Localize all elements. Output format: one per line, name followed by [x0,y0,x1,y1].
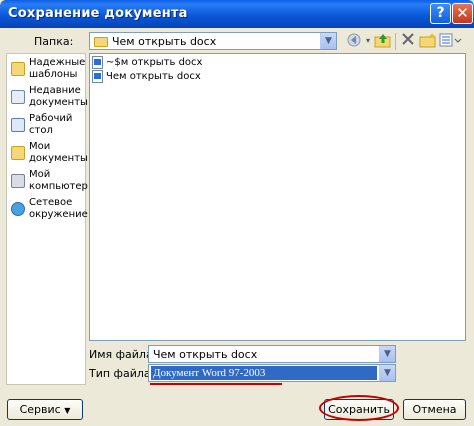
place-network[interactable]: Сетевое окружение [10,196,88,232]
list-item[interactable]: Чем открыть docx [92,70,201,84]
network-icon [11,202,25,216]
help-button[interactable]: ? [430,3,451,24]
filename-field[interactable]: Чем открыть docx ▼ [148,345,396,363]
annotation-underline [150,383,282,385]
folder-icon [94,37,108,47]
place-label: Сетевое окружение [29,197,88,220]
new-folder-button[interactable] [419,32,437,50]
place-label: Недавние документы [29,85,88,108]
toolbar-divider [395,33,396,50]
new-folder-icon [419,33,436,48]
folder-value: Чем открыть docx [112,35,217,48]
filetype-label: Тип файла: [89,367,155,380]
chevron-down-icon[interactable]: ▼ [379,365,395,381]
views-button[interactable] [439,32,463,50]
chevron-down-icon[interactable]: ▼ [320,33,336,49]
filename-label: Имя файла: [89,348,157,361]
recent-documents-icon [11,90,25,104]
annotation-circle [319,395,399,421]
folder-label: Папка: [34,35,74,48]
chevron-down-icon: ▼ [64,406,71,415]
places-bar: Надежные шаблоны Недавние документы Рабо… [6,53,88,385]
save-dialog: Сохранение документа ? ✕ Папка: Чем откр… [0,0,474,426]
word-doc-icon [92,70,103,83]
my-computer-icon [11,174,25,188]
back-button[interactable] [345,32,363,50]
filetype-select[interactable]: Документ Word 97-2003 ▼ [148,364,396,382]
close-button[interactable]: ✕ [452,3,473,24]
views-icon [439,33,462,47]
desktop-icon [11,118,25,132]
place-label: Мой компьютер [29,169,88,192]
up-folder-button[interactable] [374,32,392,50]
back-icon [347,33,361,47]
service-button[interactable]: Сервис ▼ [7,399,83,420]
filename-value: Чем открыть docx [153,348,258,361]
place-label: Мои документы [29,141,88,164]
trusted-templates-icon [11,62,25,76]
delete-button[interactable] [400,32,416,50]
cancel-button[interactable]: Отмена [403,399,466,420]
my-documents-icon [11,146,25,160]
place-label: Надежные шаблоны [29,57,86,80]
back-dropdown[interactable]: ▾ [363,32,373,50]
delete-icon [402,33,414,45]
file-list[interactable]: ~$м открыть docx Чем открыть docx [89,53,466,341]
window-title: Сохранение документа [8,6,188,21]
filetype-value: Документ Word 97-2003 [153,367,266,379]
chevron-down-icon[interactable]: ▼ [379,346,395,362]
title-bar[interactable]: Сохранение документа ? ✕ [0,0,474,28]
up-folder-icon [374,34,391,48]
list-item[interactable]: ~$м открыть docx [92,56,202,70]
folder-combo[interactable]: Чем открыть docx ▼ [89,32,337,50]
place-label: Рабочий стол [29,113,73,136]
word-doc-icon [92,56,103,69]
